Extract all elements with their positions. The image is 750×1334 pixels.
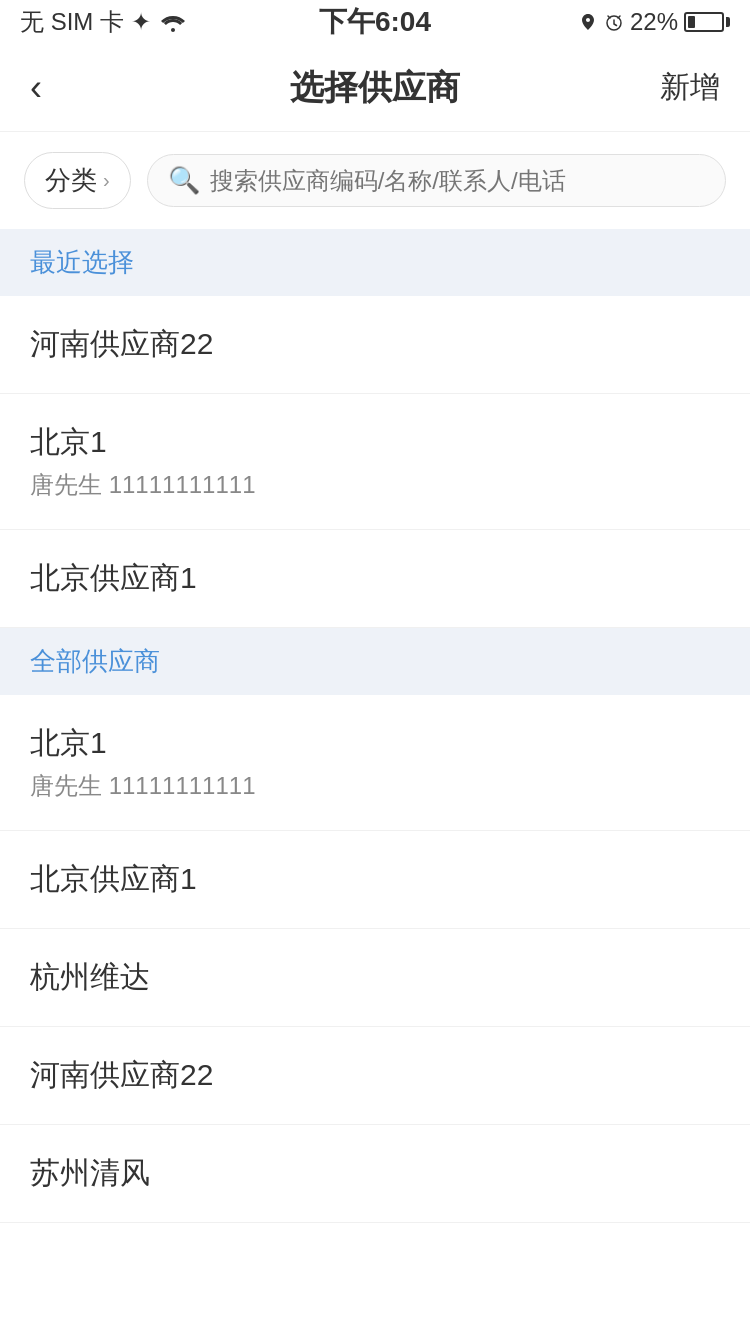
status-right: 22% [578, 8, 730, 36]
battery-icon [684, 12, 730, 32]
location-icon [578, 12, 598, 32]
list-item[interactable]: 河南供应商22 [0, 1027, 750, 1125]
chevron-right-icon: › [103, 169, 110, 192]
status-left: 无 SIM 卡 ✦ [20, 6, 187, 38]
back-button[interactable]: ‹ [30, 67, 90, 109]
wifi-icon [159, 12, 187, 32]
nav-bar: ‹ 选择供应商 新增 [0, 44, 750, 132]
recent-section-header: 最近选择 [0, 229, 750, 296]
list-item[interactable]: 杭州维达 [0, 929, 750, 1027]
list-item[interactable]: 北京供应商1 [0, 530, 750, 628]
page-title: 选择供应商 [290, 65, 460, 111]
item-name: 北京1 [30, 422, 720, 463]
item-name: 北京供应商1 [30, 859, 720, 900]
list-item[interactable]: 苏州清风 [0, 1125, 750, 1223]
category-label: 分类 [45, 163, 97, 198]
item-name: 北京1 [30, 723, 720, 764]
list-item[interactable]: 北京供应商1 [0, 831, 750, 929]
status-bar: 无 SIM 卡 ✦ 下午6:04 22% [0, 0, 750, 44]
all-list: 北京1 唐先生 11111111111 北京供应商1 杭州维达河南供应商22 苏州清风 [0, 695, 750, 1223]
add-button[interactable]: 新增 [660, 67, 720, 108]
item-name: 河南供应商22 [30, 324, 720, 365]
status-time: 下午6:04 [319, 3, 431, 41]
item-name: 苏州清风 [30, 1153, 720, 1194]
item-name: 杭州维达 [30, 957, 720, 998]
category-button[interactable]: 分类 › [24, 152, 131, 209]
list-item[interactable]: 河南供应商22 [0, 296, 750, 394]
search-box[interactable]: 🔍 [147, 154, 726, 207]
all-section-label: 全部供应商 [30, 646, 160, 676]
alarm-icon [604, 12, 624, 32]
item-name: 河南供应商22 [30, 1055, 720, 1096]
search-icon: 🔍 [168, 165, 200, 196]
filter-row: 分类 › 🔍 [0, 132, 750, 229]
recent-list: 河南供应商22 北京1 唐先生 11111111111 北京供应商1 [0, 296, 750, 628]
search-input[interactable] [210, 167, 705, 195]
recent-section-label: 最近选择 [30, 247, 134, 277]
all-section-header: 全部供应商 [0, 628, 750, 695]
item-sub: 唐先生 11111111111 [30, 770, 720, 802]
battery-percent: 22% [630, 8, 678, 36]
list-item[interactable]: 北京1 唐先生 11111111111 [0, 695, 750, 831]
sim-status: 无 SIM 卡 ✦ [20, 6, 151, 38]
item-sub: 唐先生 11111111111 [30, 469, 720, 501]
list-item[interactable]: 北京1 唐先生 11111111111 [0, 394, 750, 530]
item-name: 北京供应商1 [30, 558, 720, 599]
